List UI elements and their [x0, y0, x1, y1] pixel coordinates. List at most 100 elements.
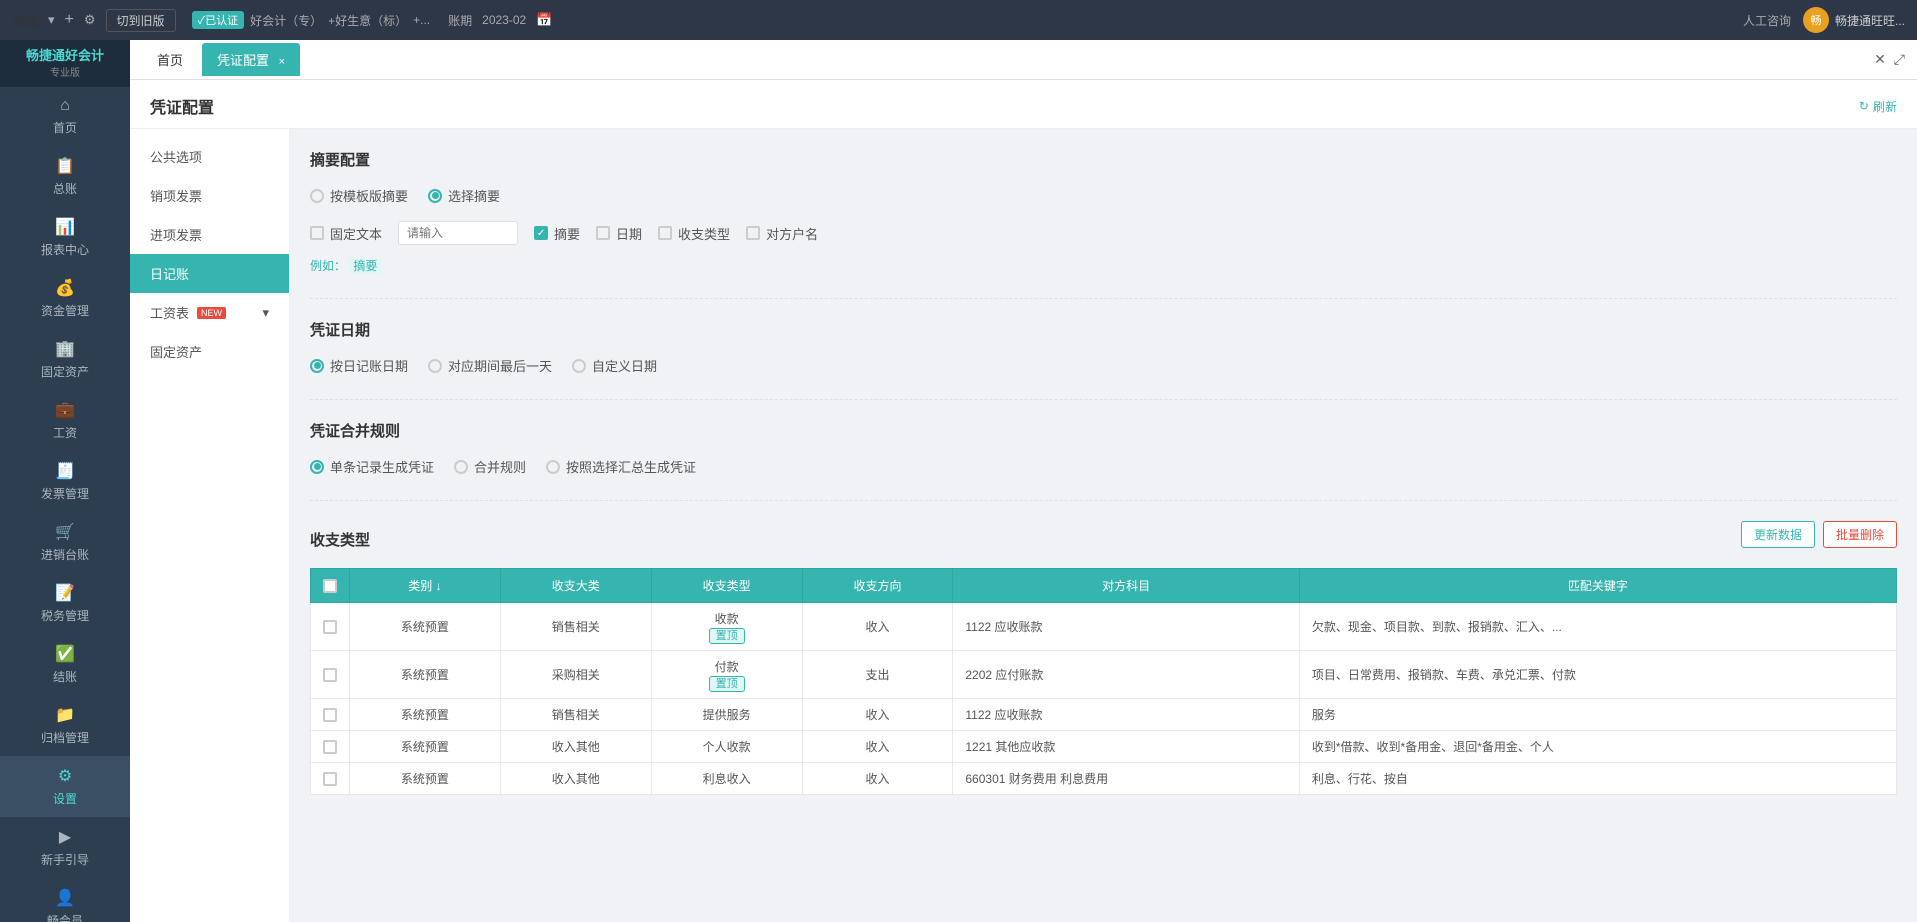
checkbox-box-summary: ✓ — [534, 226, 548, 240]
left-nav-item-fixed[interactable]: 固定资产 — [130, 332, 289, 371]
checkbox-type[interactable]: 收支类型 — [658, 224, 730, 243]
row-checkbox-2[interactable] — [311, 699, 350, 731]
tab-close-icon[interactable]: × — [279, 56, 285, 68]
tag-chong-1[interactable]: 置顶 — [709, 676, 745, 692]
checkbox-box-row-4[interactable] — [323, 772, 337, 786]
switch-version-button[interactable]: 切到旧版 — [106, 9, 176, 32]
top-bar-gear[interactable]: ⚙ — [84, 12, 96, 28]
page-title: 凭证配置 — [150, 94, 214, 118]
th-account: 对方科目 — [953, 569, 1300, 603]
refresh-button[interactable]: ↻ 刷新 — [1859, 98, 1897, 115]
left-nav-item-purchase[interactable]: 进项发票 — [130, 215, 289, 254]
radio-period-last[interactable]: 对应期间最后一天 — [428, 356, 552, 375]
voucher-merge-title: 凭证合并规则 — [310, 420, 1897, 441]
support-link[interactable]: 人工咨询 — [1743, 12, 1791, 29]
th-checkbox[interactable] — [311, 569, 350, 603]
radio-summary-gen[interactable]: 按照选择汇总生成凭证 — [546, 457, 696, 476]
sidebar-item-ledger[interactable]: 📋 总账 — [0, 146, 130, 207]
calendar-icon[interactable]: 📅 — [536, 12, 552, 28]
tag-chong-0[interactable]: 置顶 — [709, 628, 745, 644]
income-type-section: 收支类型 更新数据 批量删除 类别 ↓ — [310, 521, 1897, 795]
checkbox-box-row-1[interactable] — [323, 668, 337, 682]
main-content: 摘要配置 按模板版摘要 选择摘要 — [290, 129, 1917, 922]
radio-custom-date[interactable]: 自定义日期 — [572, 356, 657, 375]
radio-circle-summary-gen — [546, 460, 560, 474]
page-header: 凭证配置 ↻ 刷新 — [130, 80, 1917, 129]
table-row: 系统预置 销售相关 提供服务 收入 1122 应收账款 服务 — [311, 699, 1897, 731]
table-row: 系统预置 销售相关 收款置顶 收入 1122 应收账款 欠款、现金、项目款、到款… — [311, 603, 1897, 651]
checkbox-fixed-text[interactable]: 固定文本 — [310, 224, 382, 243]
sidebar-item-member[interactable]: 👤 畅会员 — [0, 878, 130, 922]
tab-voucher-config[interactable]: 凭证配置 × — [202, 43, 300, 76]
left-nav-item-public[interactable]: 公共选项 — [130, 137, 289, 176]
left-nav-item-journal[interactable]: 日记账 — [130, 254, 289, 293]
row-checkbox-1[interactable] — [311, 651, 350, 699]
tab-home[interactable]: 首页 — [142, 43, 198, 76]
window-expand-button[interactable]: ⤢ — [1894, 51, 1905, 68]
left-nav-item-payroll[interactable]: 工资表 NEW ▾ — [130, 293, 289, 332]
summary-radio-group: 按模板版摘要 选择摘要 — [310, 186, 1897, 205]
sidebar-item-home[interactable]: ⌂ 首页 — [0, 87, 130, 146]
left-nav-item-sales[interactable]: 销项发票 — [130, 176, 289, 215]
row-major-4: 收入其他 — [500, 763, 651, 795]
sidebar: 畅捷通好会计 专业版 ⌂ 首页 📋 总账 📊 报表中心 💰 资金管理 🏢 固定资… — [0, 40, 130, 922]
sidebar-item-guide[interactable]: ▶ 新手引导 — [0, 817, 130, 878]
sidebar-item-fund[interactable]: 💰 资金管理 — [0, 268, 130, 329]
radio-merge-rule[interactable]: 合并规则 — [454, 457, 526, 476]
sidebar-item-purchase[interactable]: 🛒 进销台账 — [0, 512, 130, 573]
batch-delete-button[interactable]: 批量删除 — [1823, 521, 1897, 548]
th-type: 收支类型 — [651, 569, 802, 603]
radio-choose[interactable]: 选择摘要 — [428, 186, 500, 205]
radio-single[interactable]: 单条记录生成凭证 — [310, 457, 434, 476]
row-direction-0: 收入 — [802, 603, 953, 651]
sidebar-item-reports[interactable]: 📊 报表中心 — [0, 207, 130, 268]
fixed-text-input[interactable] — [398, 221, 518, 245]
checkbox-summary[interactable]: ✓ 摘要 — [534, 224, 580, 243]
merge-radio-group: 单条记录生成凭证 合并规则 按照选择汇总生成凭证 — [310, 457, 1897, 476]
period-value[interactable]: 2023-02 — [482, 13, 526, 27]
row-direction-4: 收入 — [802, 763, 953, 795]
checkbox-counterparty[interactable]: 对方户名 — [746, 224, 818, 243]
sidebar-item-salary[interactable]: 💼 工资 — [0, 390, 130, 451]
table-row: 系统预置 收入其他 个人收款 收入 1221 其他应收款 收到*借款、收到*备用… — [311, 731, 1897, 763]
sidebar-item-settings[interactable]: ⚙ 设置 — [0, 756, 130, 817]
divider-2 — [310, 399, 1897, 400]
radio-journal-date[interactable]: 按日记账日期 — [310, 356, 408, 375]
voucher-date-section: 凭证日期 按日记账日期 对应期间最后一天 — [310, 319, 1897, 375]
sidebar-item-tax[interactable]: 📝 税务管理 — [0, 573, 130, 634]
checkbox-box-row-0[interactable] — [323, 620, 337, 634]
row-checkbox-0[interactable] — [311, 603, 350, 651]
radio-circle-journal — [310, 359, 324, 373]
summary-checkbox-row: 固定文本 ✓ 摘要 日期 收支类型 — [310, 221, 1897, 245]
voucher-date-title: 凭证日期 — [310, 319, 1897, 340]
summary-section-title: 摘要配置 — [310, 149, 1897, 170]
row-checkbox-3[interactable] — [311, 731, 350, 763]
settle-icon: ✅ — [55, 644, 75, 664]
sidebar-item-archive[interactable]: 📁 归档管理 — [0, 695, 130, 756]
row-category-0: 系统预置 — [350, 603, 501, 651]
window-close-button[interactable]: ✕ — [1874, 51, 1886, 68]
status-product2: +好生意（标） — [328, 12, 407, 29]
header-checkbox[interactable] — [323, 579, 337, 593]
checkbox-date[interactable]: 日期 — [596, 224, 642, 243]
row-keywords-0: 欠款、现金、项目款、到款、报销款、汇入、... — [1299, 603, 1896, 651]
radio-template[interactable]: 按模板版摘要 — [310, 186, 408, 205]
sidebar-label-settings: 设置 — [53, 790, 77, 807]
checkbox-box-row-3[interactable] — [323, 740, 337, 754]
table-body: 系统预置 销售相关 收款置顶 收入 1122 应收账款 欠款、现金、项目款、到款… — [311, 603, 1897, 795]
radio-circle-single — [310, 460, 324, 474]
divider-1 — [310, 298, 1897, 299]
status-product1: 好会计（专） — [250, 12, 322, 29]
sidebar-item-settle[interactable]: ✅ 结账 — [0, 634, 130, 695]
radio-dot-single — [314, 463, 321, 470]
top-bar-dropdown-icon[interactable]: ▾ — [48, 12, 55, 28]
row-keywords-2: 服务 — [1299, 699, 1896, 731]
sidebar-item-invoice[interactable]: 🧾 发票管理 — [0, 451, 130, 512]
sidebar-item-assets[interactable]: 🏢 固定资产 — [0, 329, 130, 390]
table-row: 系统预置 采购相关 付款置顶 支出 2202 应付账款 项目、日常费用、报销款、… — [311, 651, 1897, 699]
checkbox-box-row-2[interactable] — [323, 708, 337, 722]
update-data-button[interactable]: 更新数据 — [1741, 521, 1815, 548]
top-bar-plus[interactable]: + — [65, 11, 74, 29]
row-checkbox-4[interactable] — [311, 763, 350, 795]
row-category-3: 系统预置 — [350, 731, 501, 763]
